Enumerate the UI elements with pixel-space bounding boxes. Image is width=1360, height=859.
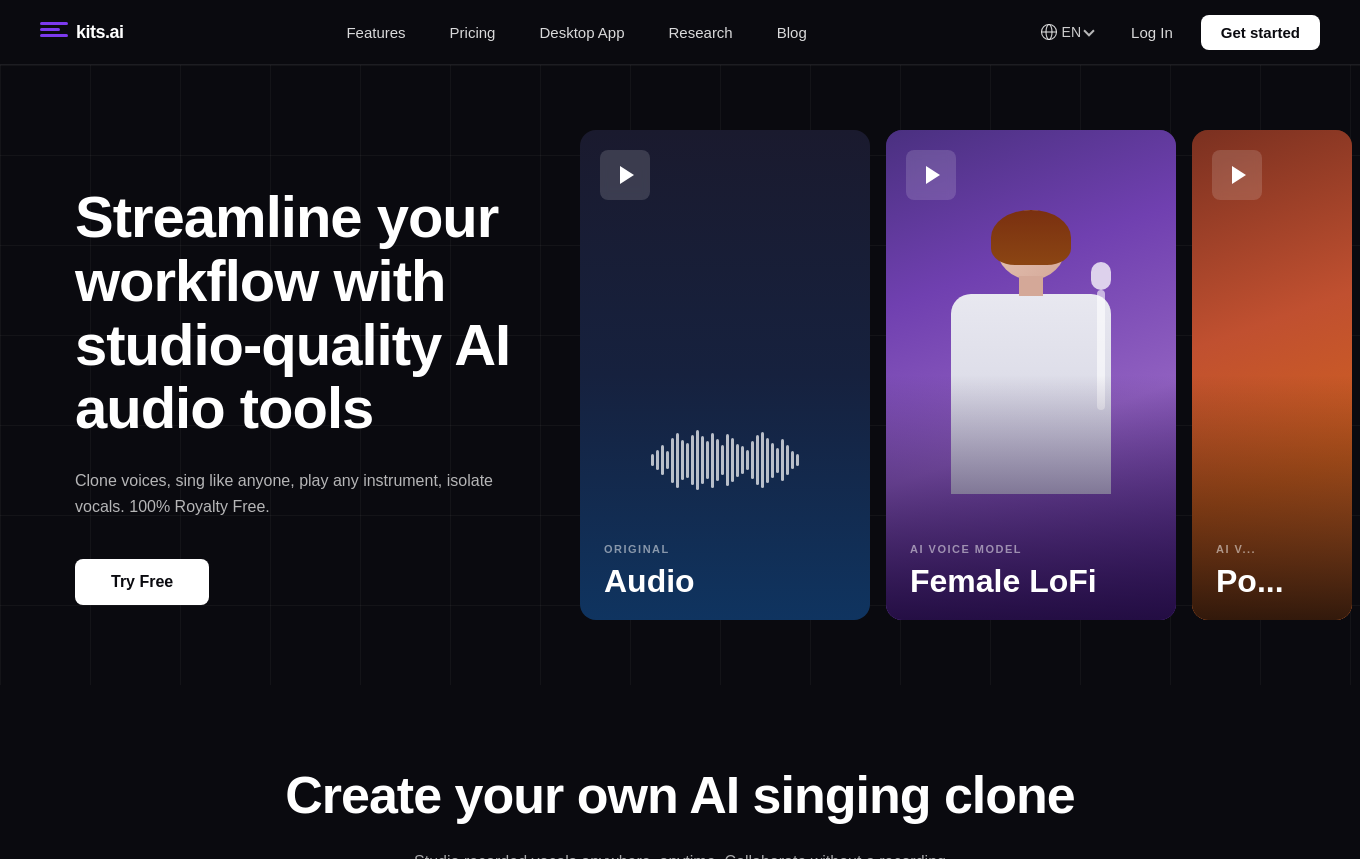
waveform-bar — [696, 430, 699, 490]
microphone-head — [1091, 262, 1111, 290]
waveform-bar — [681, 440, 684, 480]
card-lofi-info: AI VOICE MODEL Female LoFi — [886, 523, 1176, 620]
play-icon — [620, 166, 634, 184]
waveform-bar — [761, 432, 764, 488]
nav-blog[interactable]: Blog — [759, 16, 825, 49]
waveform-bar — [781, 439, 784, 481]
card-name-audio: Audio — [604, 563, 846, 600]
play-button-lofi[interactable] — [906, 150, 956, 200]
waveform-bar — [736, 444, 739, 477]
play-button-partial[interactable] — [1212, 150, 1262, 200]
globe-icon — [1040, 23, 1058, 41]
waveform-bar — [731, 438, 734, 482]
logo-icon — [40, 22, 68, 42]
nav-desktop-app[interactable]: Desktop App — [521, 16, 642, 49]
hero-subtitle: Clone voices, sing like anyone, play any… — [75, 468, 495, 519]
waveform-bar — [656, 450, 659, 470]
waveform-bar — [716, 439, 719, 481]
nav-actions: EN Log In Get started — [1030, 15, 1320, 50]
card-female-lofi: AI VOICE MODEL Female LoFi — [886, 130, 1176, 620]
play-icon — [926, 166, 940, 184]
waveform-bar — [691, 435, 694, 485]
waveform-bar — [751, 441, 754, 479]
nav-links: Features Pricing Desktop App Research Bl… — [328, 16, 824, 49]
waveform-bar — [721, 445, 724, 475]
card-audio: ORIGINAL Audio — [580, 130, 870, 620]
waveform-bar — [666, 451, 669, 469]
hero-left: Streamline your workflow with studio-qua… — [0, 65, 540, 685]
play-button-audio[interactable] — [600, 150, 650, 200]
hero-title: Streamline your workflow with studio-qua… — [75, 185, 540, 440]
waveform-bar — [756, 435, 759, 485]
waveform-bar — [776, 448, 779, 473]
nav-pricing[interactable]: Pricing — [432, 16, 514, 49]
clone-section-subtitle: Studio recorded vocals anywhere, anytime… — [390, 849, 970, 859]
waveform-bar — [786, 445, 789, 475]
waveform-bar — [741, 446, 744, 474]
card-tag-ai-voice: AI VOICE MODEL — [910, 543, 1152, 555]
waveform-bar — [711, 433, 714, 488]
waveform-bar — [771, 443, 774, 478]
nav-features[interactable]: Features — [328, 16, 423, 49]
navbar: kits.ai Features Pricing Desktop App Res… — [0, 0, 1360, 65]
waveform-bar — [651, 454, 654, 466]
waveform-bar — [791, 451, 794, 469]
portrait-neck — [1019, 276, 1043, 296]
get-started-button[interactable]: Get started — [1201, 15, 1320, 50]
card-name-partial: Po... — [1216, 563, 1328, 600]
waveform-bar — [686, 443, 689, 478]
waveform-bar — [701, 436, 704, 484]
waveform-display — [580, 420, 870, 500]
waveform-bar — [746, 450, 749, 470]
card-tag-partial: AI V... — [1216, 543, 1328, 555]
waveform-bar — [766, 438, 769, 483]
hero-cards: ORIGINAL Audio — [540, 65, 1360, 685]
nav-research[interactable]: Research — [651, 16, 751, 49]
portrait-hair — [991, 210, 1071, 265]
chevron-down-icon — [1083, 25, 1094, 36]
card-partial: AI V... Po... — [1192, 130, 1352, 620]
waveform-bar — [796, 454, 799, 466]
play-icon — [1232, 166, 1246, 184]
card-tag-original: ORIGINAL — [604, 543, 846, 555]
waveform-bar — [726, 434, 729, 486]
clone-section: Create your own AI singing clone Studio … — [0, 685, 1360, 859]
language-label: EN — [1062, 24, 1081, 40]
logo-text: kits.ai — [76, 22, 124, 43]
card-name-lofi: Female LoFi — [910, 563, 1152, 600]
waveform-bar — [661, 445, 664, 475]
login-button[interactable]: Log In — [1115, 16, 1189, 49]
waveform-bar — [676, 433, 679, 488]
logo[interactable]: kits.ai — [40, 22, 124, 43]
waveform-bars — [651, 430, 799, 490]
waveform-bar — [671, 438, 674, 483]
language-selector[interactable]: EN — [1030, 17, 1103, 47]
waveform-bar — [706, 441, 709, 479]
card-audio-info: ORIGINAL Audio — [580, 523, 870, 620]
card-partial-info: AI V... Po... — [1192, 523, 1352, 620]
hero-section: Streamline your workflow with studio-qua… — [0, 65, 1360, 685]
clone-section-title: Create your own AI singing clone — [40, 765, 1320, 825]
try-free-button[interactable]: Try Free — [75, 559, 209, 605]
